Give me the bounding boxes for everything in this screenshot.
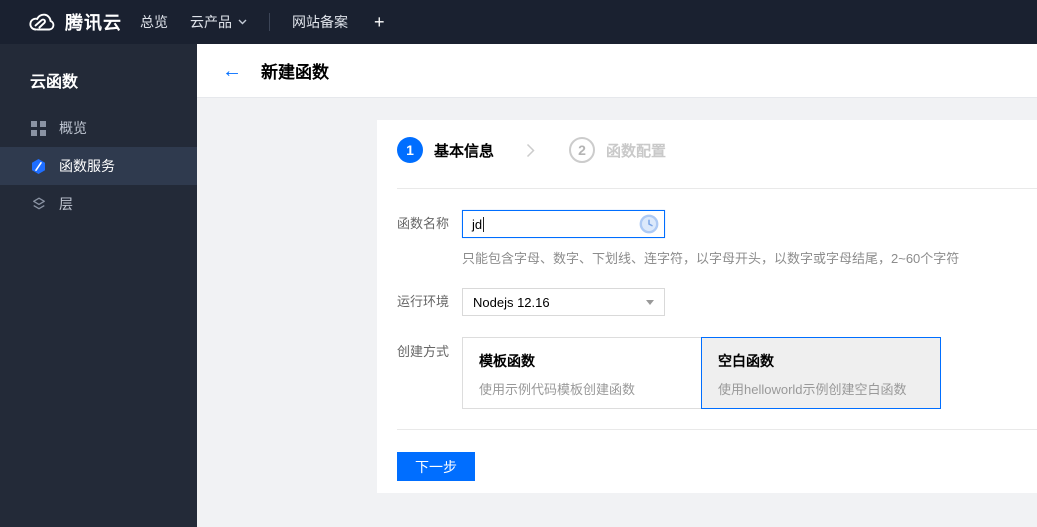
runtime-selected-value: Nodejs 12.16 (473, 294, 550, 310)
step-function-config: 2 函数配置 (569, 137, 666, 163)
form-row-creation-method: 创建方式 模板函数 使用示例代码模板创建函数 空白函数 使用helloworld… (397, 337, 1037, 409)
nav-item-cloud-products[interactable]: 云产品 (190, 12, 247, 32)
create-function-card: 1 基本信息 2 函数配置 函数名称 jd 只能包含字母、数字、下划线、连字符，… (377, 120, 1037, 493)
section-divider (397, 429, 1037, 430)
page: 腾讯云 总览 云产品 网站备案 + 云函数 概览 函数服务 层 ← 新建函数 1… (0, 0, 1037, 527)
scf-icon (30, 158, 47, 175)
creation-method-options: 模板函数 使用示例代码模板创建函数 空白函数 使用helloworld示例创建空… (462, 337, 941, 409)
basic-info-form: 函数名称 jd 只能包含字母、数字、下划线、连字符，以字母开头，以数字或字母结尾… (397, 210, 1037, 409)
nav-divider (269, 13, 270, 31)
creation-method-label: 创建方式 (397, 344, 450, 359)
page-header: ← 新建函数 (197, 44, 1037, 98)
sidebar-item-label: 函数服务 (59, 158, 115, 174)
top-nav-menu: 总览 云产品 网站备案 + (122, 12, 385, 32)
sidebar-item-overview[interactable]: 概览 (0, 109, 197, 147)
function-name-helper-text: 只能包含字母、数字、下划线、连字符，以字母开头，以数字或字母结尾，2~60个字符 (462, 251, 960, 266)
option-template-function[interactable]: 模板函数 使用示例代码模板创建函数 (462, 337, 702, 409)
layers-icon (30, 196, 47, 213)
sidebar-item-label: 概览 (59, 120, 87, 136)
brand-logo-link[interactable]: 腾讯云 (28, 9, 122, 35)
option-title: 模板函数 (479, 353, 535, 369)
nav-tab-website-icp[interactable]: 网站备案 (292, 12, 348, 32)
next-step-button[interactable]: 下一步 (397, 452, 475, 481)
sidebar-item-label: 层 (59, 196, 73, 212)
select-arrow-icon (646, 300, 654, 305)
option-blank-function[interactable]: 空白函数 使用helloworld示例创建空白函数 (701, 337, 941, 409)
runtime-label: 运行环境 (397, 294, 450, 309)
function-name-value: jd (472, 216, 483, 232)
step-indicator: 1 基本信息 2 函数配置 (397, 137, 1037, 163)
tencent-cloud-logo-icon (28, 12, 55, 32)
grid-icon (30, 120, 47, 137)
top-navbar: 腾讯云 总览 云产品 网站备案 + (0, 0, 1037, 44)
form-row-runtime: 运行环境 Nodejs 12.16 (397, 288, 1037, 316)
option-title: 空白函数 (718, 353, 774, 369)
brand-name: 腾讯云 (65, 13, 122, 33)
option-description: 使用示例代码模板创建函数 (479, 382, 636, 397)
chevron-down-icon (238, 19, 247, 25)
nav-item-overview[interactable]: 总览 (140, 12, 168, 32)
sidebar-title: 云函数 (30, 74, 79, 91)
sidebar-item-layers[interactable]: 层 (0, 185, 197, 223)
function-name-label: 函数名称 (397, 216, 450, 231)
step-chevron-icon (526, 143, 535, 158)
option-description: 使用helloworld示例创建空白函数 (718, 382, 907, 397)
section-divider (397, 188, 1037, 189)
step-number-badge: 1 (397, 137, 423, 163)
step-number-badge: 2 (569, 137, 596, 163)
runtime-select[interactable]: Nodejs 12.16 (462, 288, 665, 316)
sidebar-menu: 概览 函数服务 层 (0, 109, 197, 223)
content-area: 1 基本信息 2 函数配置 函数名称 jd 只能包含字母、数字、下划线、连字符，… (197, 98, 1037, 526)
sidebar: 云函数 概览 函数服务 层 (0, 44, 197, 527)
add-tab-button[interactable]: + (374, 13, 385, 31)
step-label: 基本信息 (434, 142, 495, 160)
page-title: 新建函数 (261, 63, 329, 82)
form-row-function-name: 函数名称 jd (397, 210, 1037, 238)
main-area: ← 新建函数 1 基本信息 2 函数配置 函数名称 jd 只能包含字母、数字、下… (197, 44, 1037, 527)
step-basic-info: 1 基本信息 (397, 137, 494, 163)
sidebar-item-function-service[interactable]: 函数服务 (0, 147, 197, 185)
text-caret (483, 216, 485, 232)
step-label: 函数配置 (606, 142, 667, 160)
clock-icon[interactable] (639, 214, 659, 234)
back-arrow-icon[interactable]: ← (222, 61, 242, 81)
function-name-input[interactable]: jd (462, 210, 665, 238)
